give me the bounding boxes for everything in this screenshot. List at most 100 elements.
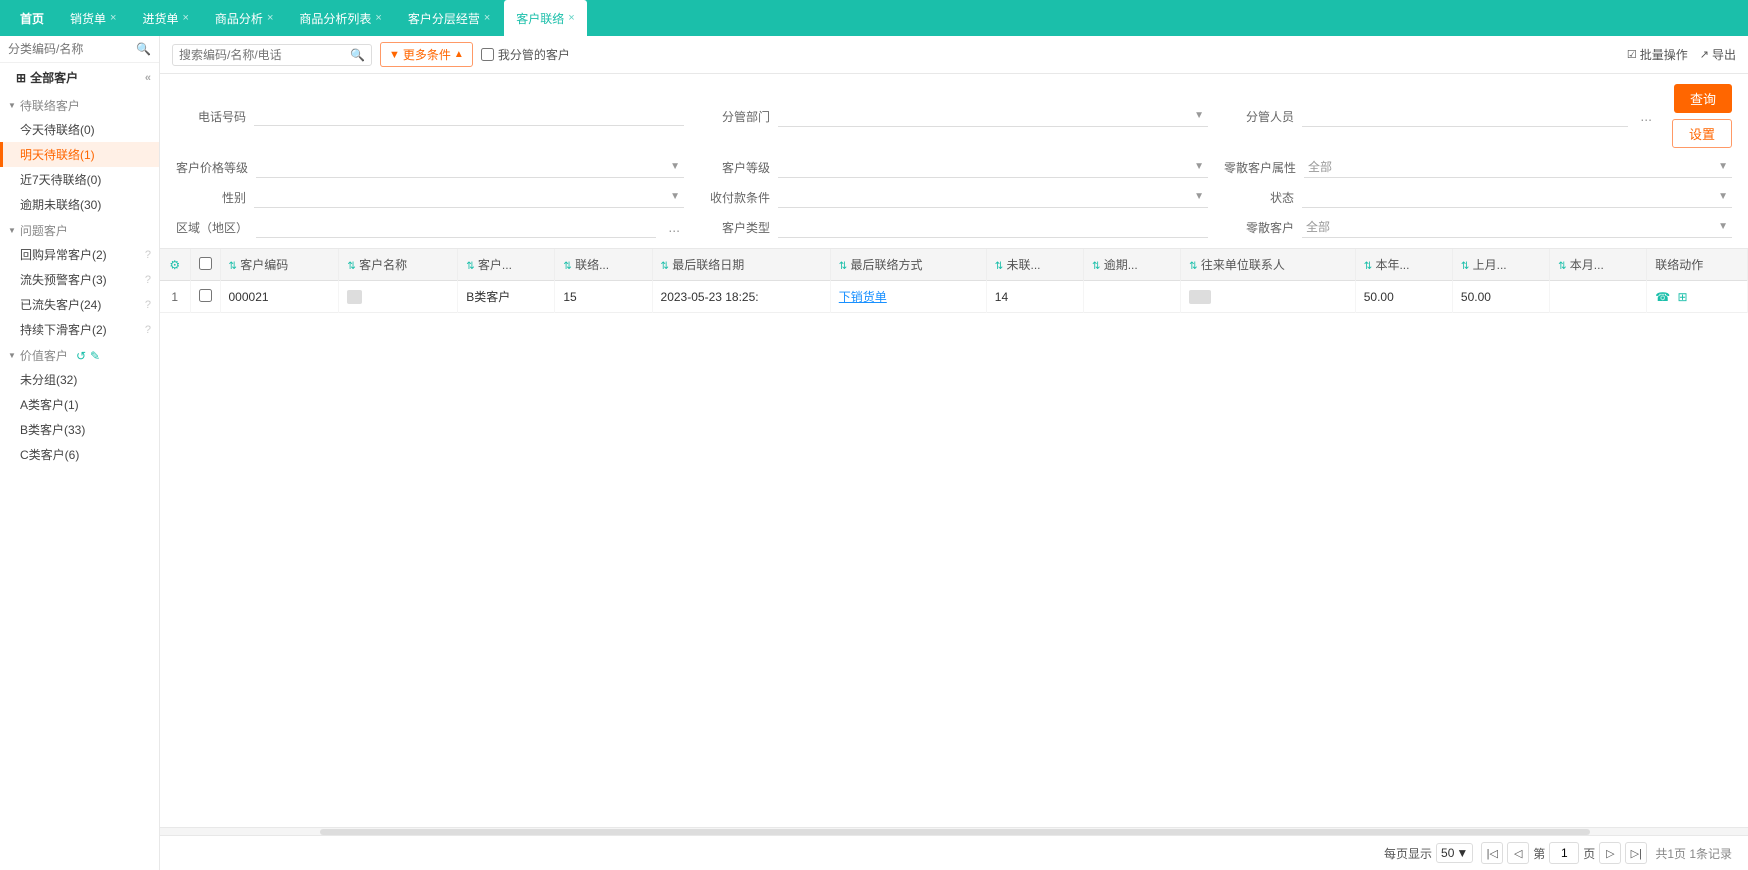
- sidebar-group-pending[interactable]: ▼ 待联络客户: [0, 92, 159, 117]
- td-uncontacted: 14: [986, 281, 1083, 313]
- filter-gender-select[interactable]: ▼: [254, 186, 684, 208]
- next-page-btn[interactable]: ▷: [1599, 842, 1621, 864]
- search-icon[interactable]: 🔍: [350, 48, 365, 62]
- action-phone-icon[interactable]: ☎: [1655, 290, 1670, 304]
- sidebar-item-repurchase[interactable]: 回购异常客户(2) ?: [0, 242, 159, 267]
- first-page-btn[interactable]: |◁: [1481, 842, 1503, 864]
- sidebar-group-value[interactable]: ▼ 价值客户 ↺ ✎: [0, 342, 159, 367]
- sidebar-item-warning[interactable]: 流失预警客户(3) ?: [0, 267, 159, 292]
- sidebar-item-tomorrow[interactable]: 明天待联络(1): [0, 142, 159, 167]
- th-this-year[interactable]: ⇅ 本年...: [1355, 249, 1452, 281]
- nav-customer-segment[interactable]: 客户分层经营 ×: [396, 0, 502, 36]
- filter-person-select[interactable]: [1302, 105, 1628, 127]
- all-customers-label: 全部客户: [30, 69, 78, 86]
- filter-region-more-icon[interactable]: ...: [664, 219, 684, 235]
- last-page-btn[interactable]: ▷|: [1625, 842, 1647, 864]
- sidebar-item-b[interactable]: B类客户(33): [0, 417, 159, 442]
- sidebar-all-customers[interactable]: ⊞ 全部客户 «: [0, 63, 159, 92]
- prev-page-btn[interactable]: ◁: [1507, 842, 1529, 864]
- filter-customer-level-select[interactable]: ▼: [778, 156, 1208, 178]
- query-btn[interactable]: 查询: [1674, 84, 1732, 113]
- th-this-month[interactable]: ⇅ 本月...: [1550, 249, 1647, 281]
- filter-status-select[interactable]: ▼: [1302, 186, 1732, 208]
- nav-product-analysis-list[interactable]: 商品分析列表 ×: [287, 0, 393, 36]
- sidebar-item-lost[interactable]: 已流失客户(24) ?: [0, 292, 159, 317]
- sidebar-item-declining[interactable]: 持续下滑客户(2) ?: [0, 317, 159, 342]
- sidebar-item-tomorrow-label: 明天待联络(1): [20, 146, 95, 163]
- filter-dept-select[interactable]: ▼: [778, 105, 1208, 127]
- batch-op-btn[interactable]: ☑ 批量操作: [1627, 46, 1688, 63]
- th-overdue[interactable]: ⇅ 逾期...: [1083, 249, 1180, 281]
- th-gear[interactable]: ⚙: [160, 249, 190, 281]
- nav-purchase-order[interactable]: 进货单 ×: [130, 0, 200, 36]
- th-uncontacted[interactable]: ⇅ 未联...: [986, 249, 1083, 281]
- th-unit-contact[interactable]: ⇅ 往来单位联系人: [1181, 249, 1356, 281]
- nav-product-list-close-icon[interactable]: ×: [375, 12, 381, 24]
- nav-customer-segment-label: 客户分层经营: [408, 10, 480, 27]
- my-customers-check[interactable]: [481, 48, 494, 61]
- filter-retail-customer-select[interactable]: 全部 ▼: [1302, 216, 1732, 238]
- nav-home[interactable]: 首页: [8, 0, 56, 36]
- sidebar-item-b-label: B类客户(33): [20, 421, 85, 438]
- footer-page-size: 每页显示 50 ▼: [1384, 843, 1473, 863]
- nav-product-analysis-close-icon[interactable]: ×: [267, 12, 273, 24]
- filter-customer-type-select[interactable]: [778, 216, 1208, 238]
- filter-region-select[interactable]: [256, 216, 656, 238]
- export-btn[interactable]: ↗ 导出: [1700, 46, 1736, 63]
- sidebar-item-ungrouped[interactable]: 未分组(32): [0, 367, 159, 392]
- refresh-icon[interactable]: ↺: [76, 349, 86, 363]
- th-customer-code[interactable]: ⇅ 客户编码: [220, 249, 339, 281]
- filter-person-more-icon[interactable]: ...: [1636, 108, 1656, 124]
- sidebar-item-overdue-label: 逾期未联络(30): [20, 196, 101, 213]
- nav-sales-order[interactable]: 销货单 ×: [58, 0, 128, 36]
- my-customers-checkbox[interactable]: 我分管的客户: [481, 46, 570, 63]
- sidebar-item-7days[interactable]: 近7天待联络(0): [0, 167, 159, 192]
- sidebar-item-c[interactable]: C类客户(6): [0, 442, 159, 467]
- table-row: 1 000021 Ea B类客户 15 2023-05-23 18:25: 下销…: [160, 281, 1748, 313]
- th-last-contact-date[interactable]: ⇅ 最后联络日期: [652, 249, 830, 281]
- td-action: ☎ ⊞: [1647, 281, 1748, 313]
- gear-icon[interactable]: ⚙: [169, 258, 180, 272]
- filter-retail-attr-select[interactable]: 全部 ▼: [1304, 156, 1732, 178]
- th-last-contact-method[interactable]: ⇅ 最后联络方式: [830, 249, 986, 281]
- th-contact[interactable]: ⇅ 联络...: [555, 249, 652, 281]
- filter-price-level-select[interactable]: ▼: [256, 156, 684, 178]
- nav-purchase-close-icon[interactable]: ×: [182, 12, 188, 24]
- chevron-down-icon-5: ▼: [670, 191, 680, 202]
- action-grid-icon[interactable]: ⊞: [1678, 290, 1688, 304]
- row-checkbox[interactable]: [199, 289, 212, 302]
- help-icon-2: ?: [145, 274, 151, 286]
- sort-icon-8: ⇅: [1092, 261, 1100, 272]
- filter-phone-input[interactable]: [254, 107, 684, 126]
- sidebar-group-problems[interactable]: ▼ 问题客户: [0, 217, 159, 242]
- page-size-select[interactable]: 50 ▼: [1436, 843, 1473, 863]
- sidebar-collapse-icon[interactable]: «: [145, 72, 151, 84]
- chevron-down-icon-6: ▼: [1194, 191, 1204, 202]
- sidebar-item-overdue[interactable]: 逾期未联络(30): [0, 192, 159, 217]
- edit-icon[interactable]: ✎: [90, 349, 100, 363]
- reset-btn[interactable]: 设置: [1672, 119, 1732, 148]
- th-customer-type[interactable]: ⇅ 客户...: [458, 249, 555, 281]
- sort-icon-7: ⇅: [995, 261, 1003, 272]
- nav-customer-contact[interactable]: 客户联络 ×: [504, 0, 586, 36]
- sidebar-search-icon[interactable]: 🔍: [136, 42, 151, 56]
- sort-icon-1: ⇅: [229, 261, 237, 272]
- td-last-contact-date: 2023-05-23 18:25:: [652, 281, 830, 313]
- search-input[interactable]: [179, 48, 346, 62]
- td-last-contact-method[interactable]: 下销货单: [830, 281, 986, 313]
- sidebar-item-a[interactable]: A类客户(1): [0, 392, 159, 417]
- select-all-checkbox[interactable]: [199, 257, 212, 270]
- sidebar-search-input[interactable]: [8, 42, 132, 56]
- sidebar-item-today[interactable]: 今天待联络(0): [0, 117, 159, 142]
- th-customer-name[interactable]: ⇅ 客户名称: [339, 249, 458, 281]
- page-input[interactable]: [1549, 842, 1579, 864]
- nav-product-analysis[interactable]: 商品分析 ×: [203, 0, 285, 36]
- th-last-month[interactable]: ⇅ 上月...: [1452, 249, 1549, 281]
- nav-customer-contact-close-icon[interactable]: ×: [568, 12, 574, 24]
- search-box: 🔍: [172, 44, 372, 66]
- filter-payment-select[interactable]: ▼: [778, 186, 1208, 208]
- nav-customer-segment-close-icon[interactable]: ×: [484, 12, 490, 24]
- more-conditions-btn[interactable]: ▼ 更多条件 ▲: [380, 42, 473, 67]
- nav-sales-close-icon[interactable]: ×: [110, 12, 116, 24]
- sidebar-group-value-label: 价值客户: [20, 347, 68, 364]
